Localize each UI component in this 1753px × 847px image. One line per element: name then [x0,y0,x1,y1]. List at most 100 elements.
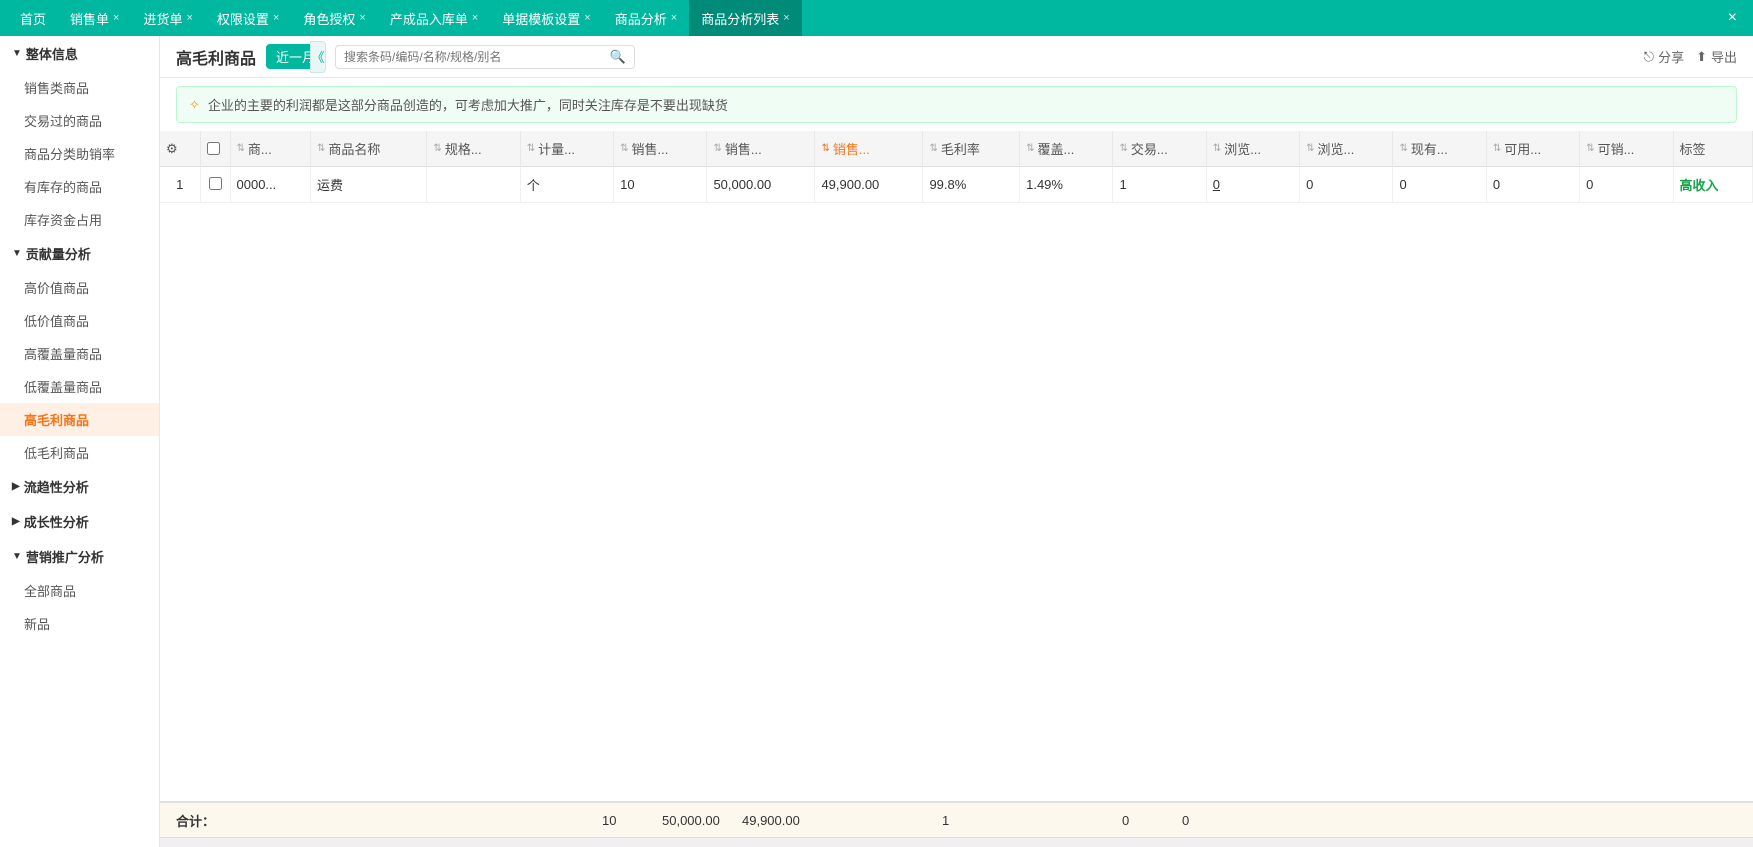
sidebar-item-new-goods[interactable]: 新品 [0,607,159,640]
nav-template[interactable]: 单据模板设置 × [490,0,602,36]
col-header-saleable[interactable]: ⇅ 可销... [1580,131,1673,167]
footer-cell-stock: 0 [1116,813,1176,828]
sidebar-item-low-margin[interactable]: 低毛利商品 [0,436,159,469]
sidebar-group-contribution[interactable]: ▼ 贡献量分析 [0,236,159,271]
search-box[interactable]: 🔍 [335,45,635,69]
main-layout: ▼ 整体信息 销售类商品 交易过的商品 商品分类助销率 有库存的商品 库存资金占… [0,36,1753,847]
footer-cell-net: 49,900.00 [736,813,816,828]
col-header-view1[interactable]: ⇅ 浏览... [1206,131,1299,167]
sidebar-item-low-value[interactable]: 低价值商品 [0,304,159,337]
col-header-sale-amt[interactable]: ⇅ 销售... [707,131,815,167]
export-button[interactable]: ⬆ 导出 [1696,47,1737,66]
col-header-tag[interactable]: 标签 [1673,131,1752,167]
sort-icon-6: ⇅ [713,143,721,154]
select-all-checkbox[interactable] [207,142,220,155]
search-input[interactable] [344,50,610,64]
col-header-sale-net[interactable]: ⇅ 销售... [815,131,923,167]
sort-icon-5: ⇅ [620,143,628,154]
cell-sale-amt: 50,000.00 [707,167,815,203]
sort-icon-2: ⇅ [317,143,325,154]
nav-analysis[interactable]: 商品分析 × [603,0,689,36]
share-icon: ⎋ [1644,49,1654,65]
footer-bar: 合计： 10 50,000.00 49,900.00 1 0 0 [160,801,1753,837]
col-header-stock[interactable]: ⇅ 现有... [1393,131,1486,167]
col-header-unit[interactable]: ⇅ 计量... [520,131,613,167]
footer-cell-avail: 0 [1176,813,1236,828]
nav-permission[interactable]: 权限设置 × [205,0,291,36]
sidebar-item-traded[interactable]: 交易过的商品 [0,104,159,137]
sidebar-item-low-coverage[interactable]: 低覆盖量商品 [0,370,159,403]
sidebar-item-category-rate[interactable]: 商品分类助销率 [0,137,159,170]
col-header-sku[interactable]: ⇅ 商... [230,131,310,167]
sidebar-group-growth[interactable]: ▶ 成长性分析 [0,504,159,539]
share-button[interactable]: ⎋ 分享 [1644,47,1684,66]
cell-sale-qty: 10 [614,167,707,203]
sidebar-item-capital[interactable]: 库存资金占用 [0,203,159,236]
footer-cell-amt: 50,000.00 [656,813,736,828]
col-header-gross-rate[interactable]: ⇅ 毛利率 [923,131,1020,167]
nav-product-in[interactable]: 产成品入库单 × [378,0,490,36]
cell-unit: 个 [520,167,613,203]
sidebar: ▼ 整体信息 销售类商品 交易过的商品 商品分类助销率 有库存的商品 库存资金占… [0,36,160,847]
nav-analysis-list-close[interactable]: × [783,12,789,24]
nav-purchase[interactable]: 进货单 × [131,0,204,36]
sort-icon-8: ⇅ [929,143,937,154]
sidebar-group-trend[interactable]: ▶ 流趋性分析 [0,469,159,504]
cell-stock: 0 [1393,167,1486,203]
row-checkbox[interactable] [209,177,222,190]
cell-name: 运费 [310,167,426,203]
footer-cell-empty2 [276,813,306,828]
nav-permission-close[interactable]: × [273,12,279,24]
footer-cell-spec [466,813,536,828]
col-header-name[interactable]: ⇅ 商品名称 [310,131,426,167]
sidebar-item-high-margin[interactable]: 高毛利商品 [0,403,159,436]
cell-trade: 1 [1113,167,1206,203]
sort-icon-14: ⇅ [1493,143,1501,154]
arrow-icon-5: ▼ [12,551,22,562]
col-header-coverage[interactable]: ⇅ 覆盖... [1020,131,1113,167]
cell-view1[interactable]: 0 [1206,167,1299,203]
nav-template-close[interactable]: × [584,12,590,24]
page-title: 高毛利商品 [176,45,256,69]
nav-product-in-close[interactable]: × [472,12,478,24]
nav-analysis-close[interactable]: × [671,12,677,24]
header-actions: ⎋ 分享 ⬆ 导出 [1644,47,1737,66]
sidebar-item-in-stock[interactable]: 有库存的商品 [0,170,159,203]
sidebar-item-sales-goods[interactable]: 销售类商品 [0,71,159,104]
sidebar-collapse-button[interactable]: 《 [310,41,326,73]
footer-cell-v1 [996,813,1056,828]
window-close-button[interactable]: × [1720,9,1745,27]
nav-purchase-close[interactable]: × [186,12,192,24]
scroll-bar[interactable] [160,837,1753,847]
footer-cell-empty1 [236,813,276,828]
cell-sale-net: 49,900.00 [815,167,923,203]
sidebar-group-marketing[interactable]: ▼ 营销推广分析 [0,539,159,574]
col-header-view2[interactable]: ⇅ 浏览... [1300,131,1393,167]
col-header-sale-qty[interactable]: ⇅ 销售... [614,131,707,167]
sidebar-group-overall[interactable]: ▼ 整体信息 [0,36,159,71]
content-header: 《 高毛利商品 近一月 🔍 ⎋ 分享 ⬆ 导出 [160,36,1753,78]
nav-role-close[interactable]: × [359,12,365,24]
col-header-avail[interactable]: ⇅ 可用... [1486,131,1579,167]
settings-icon[interactable]: ⚙ [166,141,178,157]
nav-sales[interactable]: 销售单 × [58,0,131,36]
arrow-icon-4: ▶ [12,516,20,527]
nav-analysis-list[interactable]: 商品分析列表 × [689,0,801,36]
nav-sales-close[interactable]: × [113,12,119,24]
search-icon[interactable]: 🔍 [610,49,626,65]
col-header-trade[interactable]: ⇅ 交易... [1113,131,1206,167]
sidebar-item-high-coverage[interactable]: 高覆盖量商品 [0,337,159,370]
footer-cell-qty: 10 [596,813,656,828]
footer-cell-cov [876,813,936,828]
col-header-spec[interactable]: ⇅ 规格... [427,131,520,167]
nav-home[interactable]: 首页 [8,0,58,36]
sidebar-item-high-value[interactable]: 高价值商品 [0,271,159,304]
sort-icon-7: ⇅ [821,143,829,154]
sidebar-item-all-goods[interactable]: 全部商品 [0,574,159,607]
cell-num: 1 [160,167,200,203]
nav-role[interactable]: 角色授权 × [291,0,377,36]
footer-cell-sku [306,813,366,828]
cell-saleable: 0 [1580,167,1673,203]
col-header-check [200,131,230,167]
sort-icon-12: ⇅ [1306,143,1314,154]
